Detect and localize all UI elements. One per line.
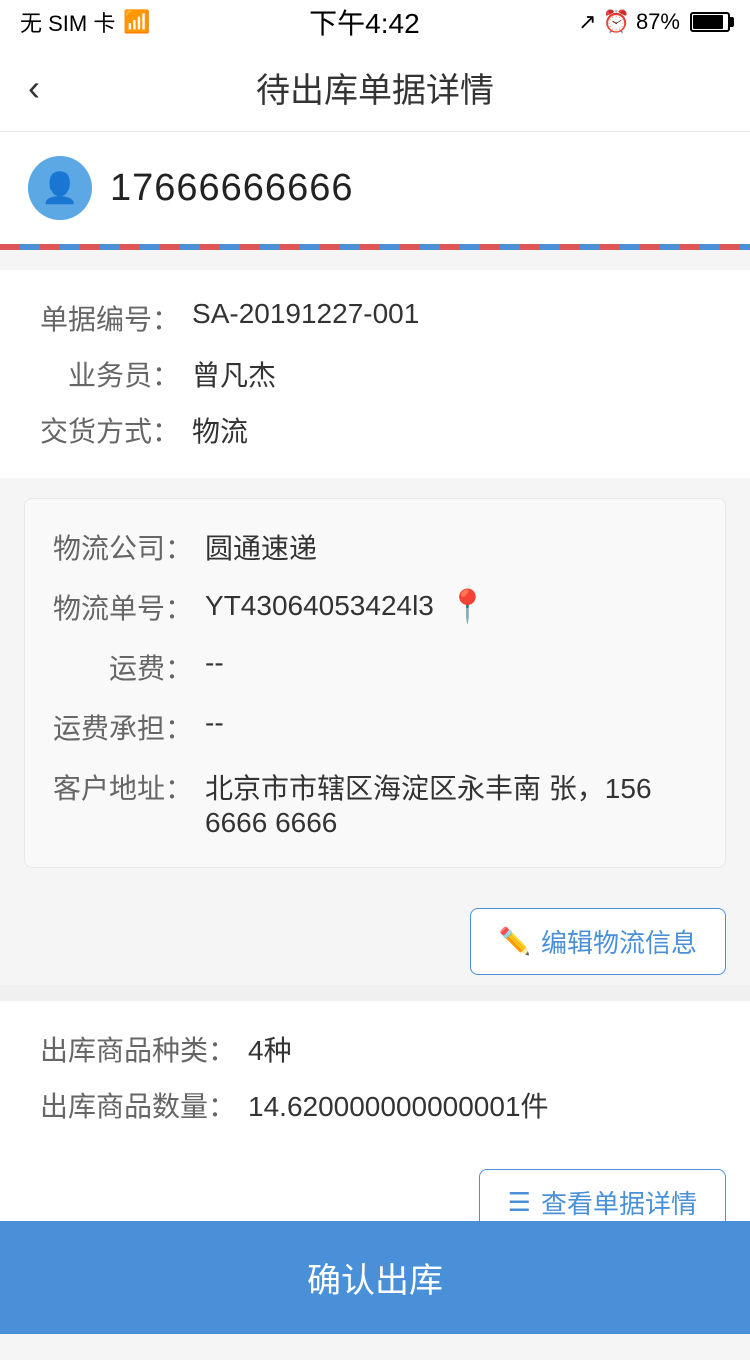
address-label: 客户地址： bbox=[53, 767, 193, 807]
track-location-icon[interactable]: 📍 bbox=[448, 587, 488, 625]
detail-icon: ☰ bbox=[508, 1187, 531, 1218]
status-carrier: 无 SIM 卡 📶 bbox=[20, 6, 151, 38]
status-right: ↗ ⏰ 87% bbox=[578, 9, 730, 35]
location-icon: ↗ bbox=[578, 9, 596, 35]
avatar-icon: 👤 bbox=[41, 171, 78, 206]
logistics-company-row: 物流公司： 圆通速递 bbox=[53, 527, 697, 567]
customer-phone: 17666666666 bbox=[110, 167, 353, 210]
freight-bearer-row: 运费承担： -- bbox=[53, 707, 697, 747]
document-number-row: 单据编号： SA-20191227-001 bbox=[40, 298, 710, 338]
document-number-value: SA-20191227-001 bbox=[192, 298, 710, 330]
logistics-company-value: 圆通速递 bbox=[205, 527, 697, 567]
battery-icon bbox=[690, 12, 730, 32]
tracking-number-value: YT43064053424l3 📍 bbox=[205, 587, 697, 625]
goods-quantity-value: 14.620000000000001件 bbox=[248, 1085, 710, 1125]
freight-bearer-value: -- bbox=[205, 707, 697, 739]
view-detail-label: 查看单据详情 bbox=[541, 1184, 697, 1221]
avatar: 👤 bbox=[28, 156, 92, 220]
freight-label: 运费： bbox=[53, 647, 193, 687]
goods-types-label: 出库商品种类： bbox=[40, 1029, 236, 1069]
delivery-method-value: 物流 bbox=[192, 410, 710, 450]
wifi-icon: 📶 bbox=[123, 9, 150, 35]
carrier-text: 无 SIM 卡 bbox=[20, 6, 115, 38]
goods-types-value: 4种 bbox=[248, 1029, 710, 1069]
confirm-outbound-button[interactable]: 确认出库 bbox=[0, 1221, 750, 1334]
freight-row: 运费： -- bbox=[53, 647, 697, 687]
salesperson-value: 曾凡杰 bbox=[192, 354, 710, 394]
back-button[interactable]: ‹ bbox=[28, 67, 40, 109]
dashed-separator bbox=[0, 244, 750, 250]
goods-section: 出库商品种类： 4种 出库商品数量： 14.620000000000001件 bbox=[0, 1001, 750, 1153]
edit-icon: ✏️ bbox=[499, 926, 531, 957]
edit-logistics-button[interactable]: ✏️ 编辑物流信息 bbox=[470, 908, 726, 975]
delivery-method-label: 交货方式： bbox=[40, 410, 180, 450]
tracking-number-row: 物流单号： YT43064053424l3 📍 bbox=[53, 587, 697, 627]
bottom-area: 确认出库 bbox=[0, 1221, 750, 1334]
page-title: 待出库单据详情 bbox=[256, 63, 494, 112]
goods-types-row: 出库商品种类： 4种 bbox=[40, 1029, 710, 1069]
address-value: 北京市市辖区海淀区永丰南 张，156 6666 6666 bbox=[205, 767, 697, 839]
edit-logistics-label: 编辑物流信息 bbox=[541, 923, 697, 960]
goods-quantity-row: 出库商品数量： 14.620000000000001件 bbox=[40, 1085, 710, 1125]
section-divider bbox=[0, 985, 750, 1001]
freight-value: -- bbox=[205, 647, 697, 679]
goods-quantity-label: 出库商品数量： bbox=[40, 1085, 236, 1125]
status-time: 下午4:42 bbox=[309, 2, 420, 42]
battery-text: 87% bbox=[636, 9, 680, 35]
basic-info-section: 单据编号： SA-20191227-001 业务员： 曾凡杰 交货方式： 物流 bbox=[0, 270, 750, 478]
document-number-label: 单据编号： bbox=[40, 298, 180, 338]
alarm-icon: ⏰ bbox=[603, 9, 630, 35]
delivery-method-row: 交货方式： 物流 bbox=[40, 410, 710, 450]
customer-header: 👤 17666666666 bbox=[0, 132, 750, 244]
nav-bar: ‹ 待出库单据详情 bbox=[0, 44, 750, 132]
salesperson-row: 业务员： 曾凡杰 bbox=[40, 354, 710, 394]
salesperson-label: 业务员： bbox=[40, 354, 180, 394]
freight-bearer-label: 运费承担： bbox=[53, 707, 193, 747]
edit-logistics-container: ✏️ 编辑物流信息 bbox=[0, 888, 750, 985]
logistics-company-label: 物流公司： bbox=[53, 527, 193, 567]
address-row: 客户地址： 北京市市辖区海淀区永丰南 张，156 6666 6666 bbox=[53, 767, 697, 839]
logistics-section: 物流公司： 圆通速递 物流单号： YT43064053424l3 📍 运费： -… bbox=[24, 498, 726, 868]
tracking-number-label: 物流单号： bbox=[53, 587, 193, 627]
status-bar: 无 SIM 卡 📶 下午4:42 ↗ ⏰ 87% bbox=[0, 0, 750, 44]
